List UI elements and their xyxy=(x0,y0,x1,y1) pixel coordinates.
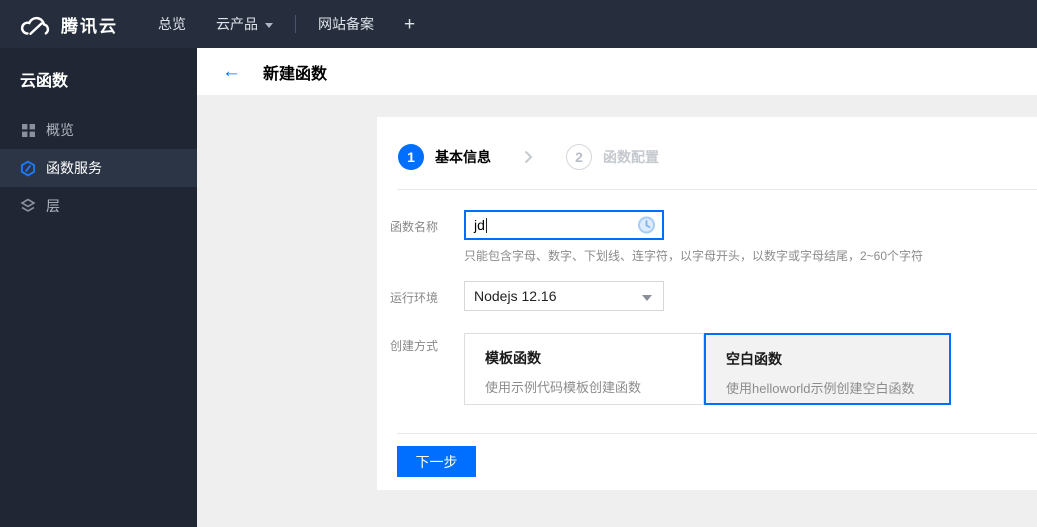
creation-method-label: 创建方式 xyxy=(390,339,439,353)
method-card-desc: 使用helloworld示例创建空白函数 xyxy=(726,381,915,396)
step-chevron-icon xyxy=(524,150,533,164)
function-name-input[interactable]: jd xyxy=(464,210,664,240)
method-card-template-function[interactable]: 模板函数 使用示例代码模板创建函数 xyxy=(464,333,704,405)
runtime-label: 运行环境 xyxy=(390,291,439,305)
runtime-selected-value: Nodejs 12.16 xyxy=(474,288,557,304)
sidebar-menu: 概览 函数服务 层 xyxy=(0,111,197,225)
tencent-cloud-logo-icon[interactable] xyxy=(18,12,52,37)
nav-item-overview[interactable]: 总览 xyxy=(158,14,186,34)
section-divider xyxy=(397,189,1037,190)
step-label: 基本信息 xyxy=(435,149,491,165)
runtime-select[interactable]: Nodejs 12.16 xyxy=(464,281,664,311)
nav-item-website-icp[interactable]: 网站备案 xyxy=(318,14,374,34)
function-name-label: 函数名称 xyxy=(390,220,439,234)
method-card-desc: 使用示例代码模板创建函数 xyxy=(485,380,642,395)
top-navbar: 腾讯云 总览 云产品 网站备案 + xyxy=(0,0,1037,48)
sidebar-product-title: 云函数 xyxy=(20,73,69,90)
method-card-title: 空白函数 xyxy=(726,351,782,367)
step-label: 函数配置 xyxy=(603,149,659,165)
section-divider xyxy=(397,433,1037,434)
function-name-value: jd xyxy=(474,217,485,233)
navbar-separator xyxy=(295,15,296,33)
brand-name[interactable]: 腾讯云 xyxy=(61,12,118,37)
sidebar-item-layers[interactable]: 层 xyxy=(0,187,197,225)
step-wizard: 1 基本信息 2 函数配置 xyxy=(398,144,659,170)
scf-hexagon-icon xyxy=(20,160,36,176)
grid-icon xyxy=(20,122,36,138)
sidebar-item-label: 层 xyxy=(46,198,60,214)
creation-method-options: 模板函数 使用示例代码模板创建函数 空白函数 使用helloworld示例创建空… xyxy=(464,333,951,405)
method-card-title: 模板函数 xyxy=(485,350,541,366)
sidebar: 云函数 概览 函数服务 层 xyxy=(0,48,197,527)
sidebar-item-overview[interactable]: 概览 xyxy=(0,111,197,149)
nav-item-cloud-products[interactable]: 云产品 xyxy=(216,14,273,34)
method-card-blank-function[interactable]: 空白函数 使用helloworld示例创建空白函数 xyxy=(704,333,951,405)
back-arrow-icon[interactable]: ← xyxy=(222,62,241,81)
function-name-helper: 只能包含字母、数字、下划线、连字符，以字母开头，以数字或字母结尾，2~60个字符 xyxy=(464,249,924,263)
page-title: 新建函数 xyxy=(263,65,328,83)
sidebar-item-function-service[interactable]: 函数服务 xyxy=(0,149,197,187)
chevron-down-icon xyxy=(265,22,273,28)
step-function-config: 2 函数配置 xyxy=(566,144,659,170)
step-number-badge: 1 xyxy=(398,144,424,170)
sidebar-item-label: 函数服务 xyxy=(46,160,102,176)
page-header: ← 新建函数 xyxy=(197,48,1037,95)
layers-icon xyxy=(20,198,36,214)
clock-pending-icon xyxy=(637,216,656,235)
step-number-badge: 2 xyxy=(566,144,592,170)
dropdown-arrow-icon xyxy=(642,295,652,301)
add-tab-icon[interactable]: + xyxy=(404,15,415,34)
create-function-card: 1 基本信息 2 函数配置 函数名称 jd 只能包含字母、数字、下划线、连字符，… xyxy=(377,117,1037,490)
sidebar-item-label: 概览 xyxy=(46,122,74,138)
next-step-button[interactable]: 下一步 xyxy=(397,446,476,477)
step-basic-info: 1 基本信息 xyxy=(398,144,491,170)
text-caret xyxy=(485,217,487,233)
